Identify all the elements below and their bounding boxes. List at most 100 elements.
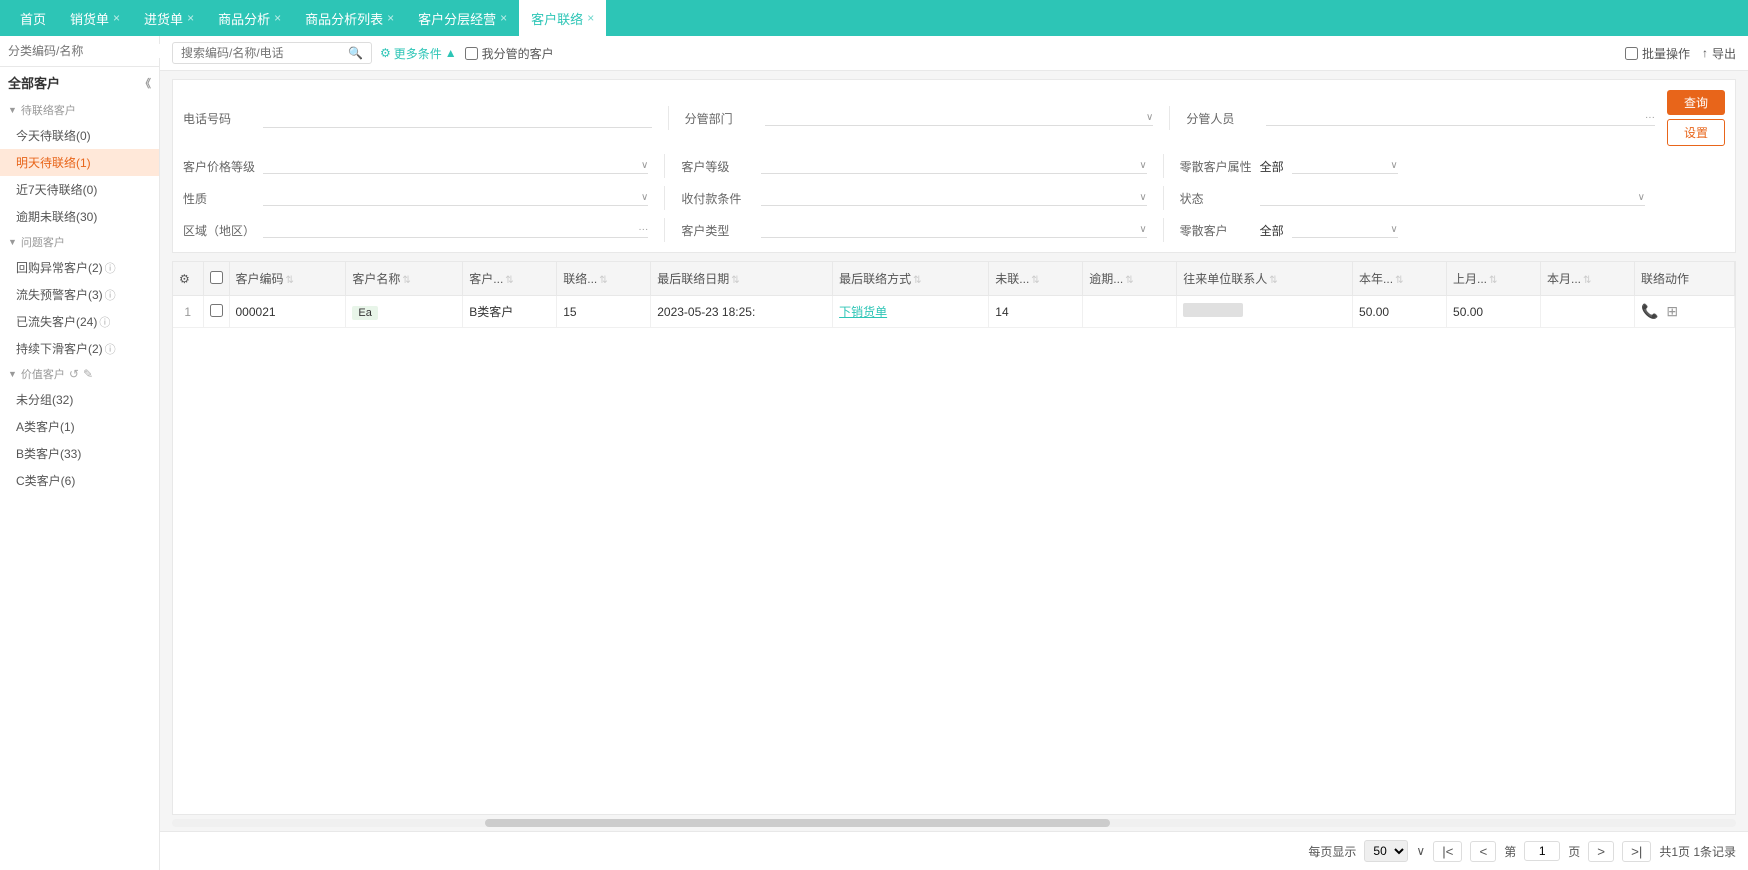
row-contact-count: 15 xyxy=(557,296,651,328)
select-all-checkbox[interactable] xyxy=(210,271,223,284)
customer-level-select[interactable]: ∨ xyxy=(761,158,1146,174)
sidebar-group-problem[interactable]: 问题客户 xyxy=(0,230,159,254)
nav-product-analysis-list[interactable]: 商品分析列表 × xyxy=(293,0,406,36)
nav-purchase[interactable]: 进货单 × xyxy=(132,0,206,36)
next-page-btn[interactable]: > xyxy=(1588,841,1614,862)
col-this-year[interactable]: 本年...⇅ xyxy=(1353,262,1447,296)
filter-payment: 收付款条件 ∨ xyxy=(681,190,1146,207)
row-not-contact: 14 xyxy=(989,296,1083,328)
sidebar-item-ungrouped[interactable]: 未分组(32) xyxy=(0,386,159,413)
close-product-analysis-tab[interactable]: × xyxy=(274,11,281,25)
settings-button[interactable]: 设置 xyxy=(1667,119,1725,146)
sidebar-item-churned[interactable]: 已流失客户(24) ⓘ xyxy=(0,308,159,335)
status-label: 状态 xyxy=(1180,190,1260,207)
export-btn[interactable]: ↑ 导出 xyxy=(1702,45,1736,62)
col-name[interactable]: 客户名称⇅ xyxy=(346,262,463,296)
page-size-select[interactable]: 50 xyxy=(1364,840,1408,862)
close-sales-tab[interactable]: × xyxy=(113,11,120,25)
batch-op-btn[interactable]: 批量操作 xyxy=(1625,45,1690,62)
row-overdue xyxy=(1083,296,1177,328)
close-product-analysis-list-tab[interactable]: × xyxy=(387,11,394,25)
action-icons: 📞 ⊞ xyxy=(1641,303,1728,320)
sidebar-item-class-a[interactable]: A类客户(1) xyxy=(0,413,159,440)
nav-customer-layering[interactable]: 客户分层经营 × xyxy=(406,0,519,36)
sidebar-search-bar[interactable]: 🔍 xyxy=(0,36,159,67)
first-page-btn[interactable]: |< xyxy=(1433,841,1462,862)
search-input[interactable] xyxy=(181,46,348,60)
last-page-btn[interactable]: >| xyxy=(1622,841,1651,862)
edit-icon[interactable]: ✎ xyxy=(83,367,93,381)
my-customers-checkbox[interactable]: 我分管的客户 xyxy=(465,45,554,62)
filter-icon: ⚙ xyxy=(380,46,391,60)
retail-customer-label: 零散客户 xyxy=(1180,222,1260,239)
sidebar-item-today-pending[interactable]: 今天待联络(0) xyxy=(0,122,159,149)
col-not-contact[interactable]: 未联...⇅ xyxy=(989,262,1083,296)
sidebar-all-customers[interactable]: 全部客户 《 xyxy=(0,67,159,98)
sidebar-group-pending[interactable]: 待联络客户 xyxy=(0,98,159,122)
nav-home[interactable]: 首页 xyxy=(8,0,58,36)
gear-icon[interactable]: ⚙ xyxy=(179,272,190,286)
toolbar-search-bar[interactable]: 🔍 xyxy=(172,42,372,64)
page-input[interactable] xyxy=(1524,841,1560,861)
scrollbar-thumb[interactable] xyxy=(485,819,1111,827)
col-overdue[interactable]: 逾期...⇅ xyxy=(1083,262,1177,296)
query-button[interactable]: 查询 xyxy=(1667,90,1725,115)
main-layout: 🔍 全部客户 《 待联络客户 今天待联络(0) 明天待联络(1) 近7天待联络(… xyxy=(0,36,1748,870)
search-icon[interactable]: 🔍 xyxy=(348,46,363,60)
sidebar-search-input[interactable] xyxy=(8,44,163,58)
dept-select[interactable]: ∨ xyxy=(765,110,1154,126)
sidebar-item-declining[interactable]: 持续下滑客户(2) ⓘ xyxy=(0,335,159,362)
my-customers-check[interactable] xyxy=(465,47,478,60)
filter-price-level: 客户价格等级 ∨ xyxy=(183,158,648,175)
nav-product-analysis[interactable]: 商品分析 × xyxy=(206,0,293,36)
sidebar-item-class-b[interactable]: B类客户(33) xyxy=(0,440,159,467)
close-customer-contact-tab[interactable]: × xyxy=(587,11,594,25)
last-contact-link[interactable]: 下销货单 xyxy=(839,305,887,319)
col-gear: ⚙ xyxy=(173,262,203,296)
table-container: ⚙ 客户编码⇅ 客户名称⇅ 客户...⇅ xyxy=(172,261,1736,815)
close-purchase-tab[interactable]: × xyxy=(187,11,194,25)
col-last-contact-date[interactable]: 最后联络日期⇅ xyxy=(651,262,833,296)
retail-customer-select[interactable]: ∨ xyxy=(1292,222,1398,238)
phone-input[interactable] xyxy=(263,109,652,128)
sidebar-item-churn-warning[interactable]: 流失预警客户(3) ⓘ xyxy=(0,281,159,308)
close-customer-layering-tab[interactable]: × xyxy=(500,11,507,25)
status-select[interactable]: ∨ xyxy=(1260,190,1645,206)
col-contact[interactable]: 联络...⇅ xyxy=(557,262,651,296)
price-level-select[interactable]: ∨ xyxy=(263,158,648,174)
customer-type-select[interactable]: ∨ xyxy=(761,222,1146,238)
row-select-checkbox[interactable] xyxy=(210,304,223,317)
col-last-month[interactable]: 上月...⇅ xyxy=(1447,262,1541,296)
sidebar-item-abnormal-repurchase[interactable]: 回购异常客户(2) ⓘ xyxy=(0,254,159,281)
filter-more-btn[interactable]: ⚙ 更多条件 ▲ xyxy=(380,45,457,62)
toolbar: 🔍 ⚙ 更多条件 ▲ 我分管的客户 批量操作 ↑ 导出 xyxy=(160,36,1748,71)
col-customer-type[interactable]: 客户...⇅ xyxy=(463,262,557,296)
phone-action-icon[interactable]: 📞 xyxy=(1641,303,1658,320)
filter-phone: 电话号码 xyxy=(183,109,652,128)
nav-sales[interactable]: 销货单 × xyxy=(58,0,132,36)
divider-1 xyxy=(668,106,669,130)
batch-checkbox[interactable] xyxy=(1625,47,1638,60)
col-last-contact-type[interactable]: 最后联络方式⇅ xyxy=(833,262,989,296)
retail-attr-select[interactable]: ∨ xyxy=(1292,158,1398,174)
sidebar-item-overdue-pending[interactable]: 逾期未联络(30) xyxy=(0,203,159,230)
sidebar-group-value[interactable]: 价值客户 ↺ ✎ xyxy=(0,362,159,386)
refresh-icon[interactable]: ↺ xyxy=(69,367,79,381)
divider-6 xyxy=(1163,186,1164,210)
horizontal-scrollbar[interactable] xyxy=(172,819,1736,827)
col-code[interactable]: 客户编码⇅ xyxy=(229,262,346,296)
info-icon-2: ⓘ xyxy=(105,287,116,303)
col-contact2[interactable]: 往来单位联系人⇅ xyxy=(1177,262,1353,296)
nature-select[interactable]: ∨ xyxy=(263,190,648,206)
nav-customer-contact[interactable]: 客户联络 × xyxy=(519,0,606,36)
col-this-month[interactable]: 本月...⇅ xyxy=(1540,262,1634,296)
sidebar-item-class-c[interactable]: C类客户(6) xyxy=(0,467,159,494)
payment-select[interactable]: ∨ xyxy=(761,190,1146,206)
region-select[interactable]: ··· xyxy=(263,222,648,238)
grid-action-icon[interactable]: ⊞ xyxy=(1666,303,1678,320)
prev-page-btn[interactable]: < xyxy=(1470,841,1496,862)
sidebar-item-tomorrow-pending[interactable]: 明天待联络(1) xyxy=(0,149,159,176)
person-select[interactable]: ··· xyxy=(1266,110,1655,126)
contact2-masked xyxy=(1183,303,1243,317)
sidebar-item-7days-pending[interactable]: 近7天待联络(0) xyxy=(0,176,159,203)
